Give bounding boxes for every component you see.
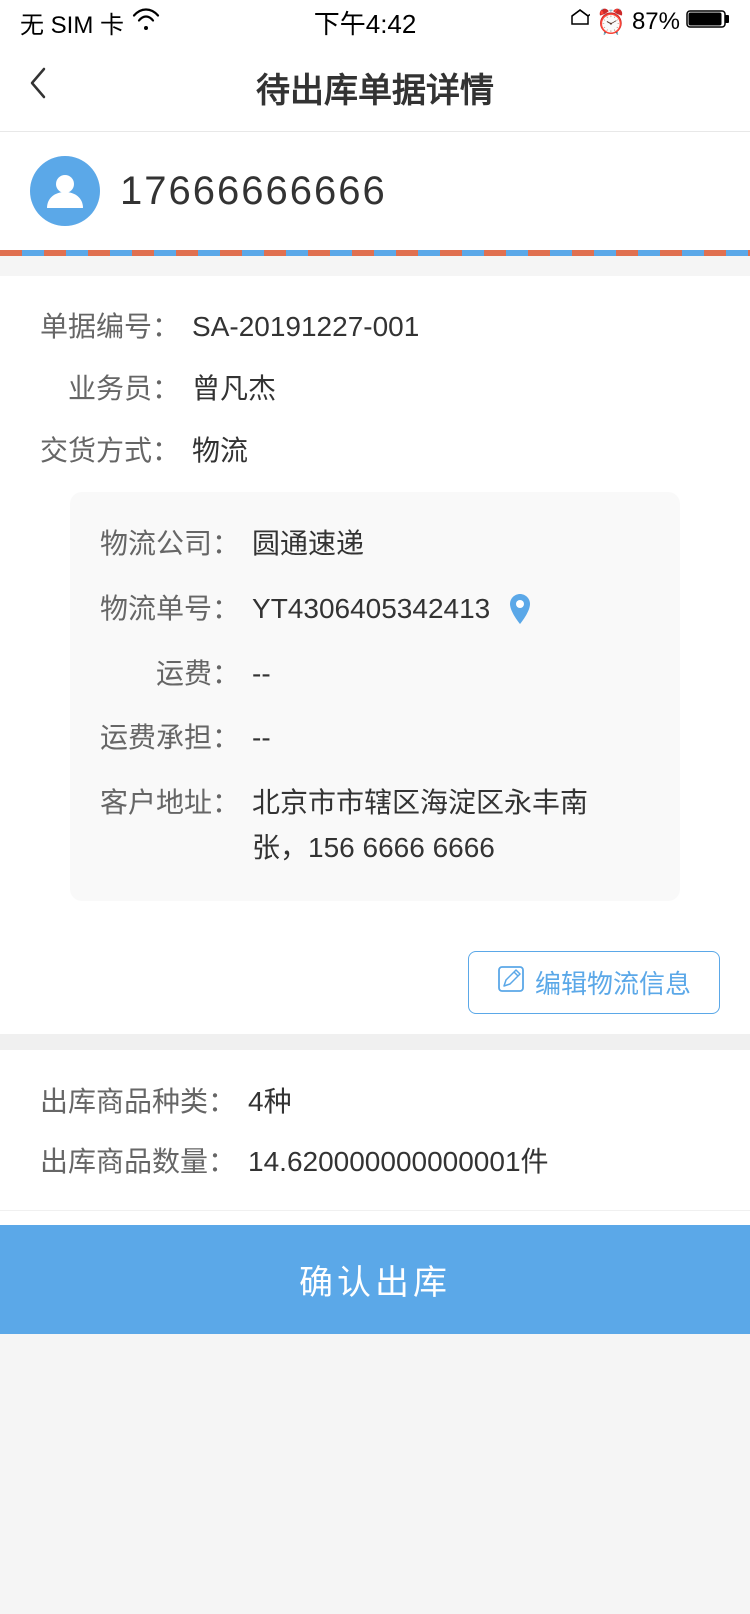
logistics-company-value: 圆通速递: [252, 522, 650, 567]
address-row: 客户地址： 北京市市辖区海淀区永丰南 张，156 6666 6666: [100, 781, 650, 871]
logistics-tracking-value: YT43064053424​13: [252, 587, 650, 632]
no-sim-label: 无 SIM 卡: [20, 5, 124, 40]
staff-value: 曾凡杰: [192, 368, 710, 410]
edit-icon: [497, 965, 525, 1000]
address-value: 北京市市辖区海淀区永丰南 张，156 6666 6666: [252, 781, 650, 871]
order-no-row: 单据编号： SA-20191227-001: [40, 306, 710, 348]
logistics-card: 物流公司： 圆通速递 物流单号： YT43064053424​13 运费：: [70, 492, 680, 901]
dashed-divider: [0, 250, 750, 256]
freight-label: 运费：: [100, 652, 240, 697]
address-label: 客户地址：: [100, 781, 240, 826]
freight-bear-row: 运费承担： --: [100, 716, 650, 761]
customer-phone: 17666666666: [120, 169, 387, 214]
tracking-location-icon[interactable]: [502, 591, 538, 627]
goods-types-value: 4种: [248, 1080, 292, 1120]
wifi-icon: [132, 8, 160, 37]
logistics-company-label: 物流公司：: [100, 522, 240, 567]
freight-bear-value: --: [252, 716, 650, 761]
edit-logistics-button[interactable]: 编辑物流信息: [468, 951, 720, 1014]
section-divider: [0, 1034, 750, 1050]
page-title: 待出库单据详情: [256, 63, 494, 112]
goods-types-label: 出库商品种类：: [40, 1080, 236, 1120]
empty-space: [0, 1314, 750, 1514]
nav-bar: 待出库单据详情: [0, 44, 750, 132]
avatar: [30, 156, 100, 226]
confirm-outbound-button[interactable]: 确认出库: [299, 1255, 451, 1304]
battery-percent: 87%: [632, 8, 680, 36]
order-info-section: 单据编号： SA-20191227-001 业务员： 曾凡杰 交货方式： 物流 …: [0, 276, 750, 931]
delivery-row: 交货方式： 物流: [40, 430, 710, 472]
goods-quantity-value: 14.620000000000001件: [248, 1140, 549, 1180]
delivery-label: 交货方式：: [40, 430, 180, 472]
status-bar-right: ⏰ 87%: [570, 8, 730, 37]
logistics-company-row: 物流公司： 圆通速递: [100, 522, 650, 567]
status-bar: 无 SIM 卡 下午4:42 ⏰ 87%: [0, 0, 750, 44]
customer-header: 17666666666: [0, 132, 750, 250]
freight-value: --: [252, 652, 650, 697]
logistics-tracking-label: 物流单号：: [100, 587, 240, 632]
freight-bear-label: 运费承担：: [100, 716, 240, 761]
confirm-btn-area: 确认出库: [0, 1225, 750, 1334]
staff-label: 业务员：: [40, 368, 180, 410]
order-no-label: 单据编号：: [40, 306, 180, 348]
edit-btn-area: 编辑物流信息: [0, 931, 750, 1034]
back-button[interactable]: [24, 61, 52, 114]
status-bar-left: 无 SIM 卡: [20, 5, 160, 40]
goods-quantity-row: 出库商品数量： 14.620000000000001件: [40, 1140, 710, 1180]
staff-row: 业务员： 曾凡杰: [40, 368, 710, 410]
goods-quantity-label: 出库商品数量：: [40, 1140, 236, 1180]
edit-logistics-label: 编辑物流信息: [535, 964, 691, 1001]
alarm-icon: ⏰: [596, 8, 626, 37]
goods-section: 出库商品种类： 4种 出库商品数量： 14.620000000000001件: [0, 1050, 750, 1210]
location-active-icon: [570, 8, 590, 37]
logistics-tracking-row: 物流单号： YT43064053424​13: [100, 587, 650, 632]
goods-types-row: 出库商品种类： 4种: [40, 1080, 710, 1120]
order-no-value: SA-20191227-001: [192, 306, 710, 348]
freight-row: 运费： --: [100, 652, 650, 697]
status-bar-time: 下午4:42: [314, 4, 417, 41]
battery-icon: [686, 8, 730, 37]
delivery-value: 物流: [192, 430, 710, 472]
